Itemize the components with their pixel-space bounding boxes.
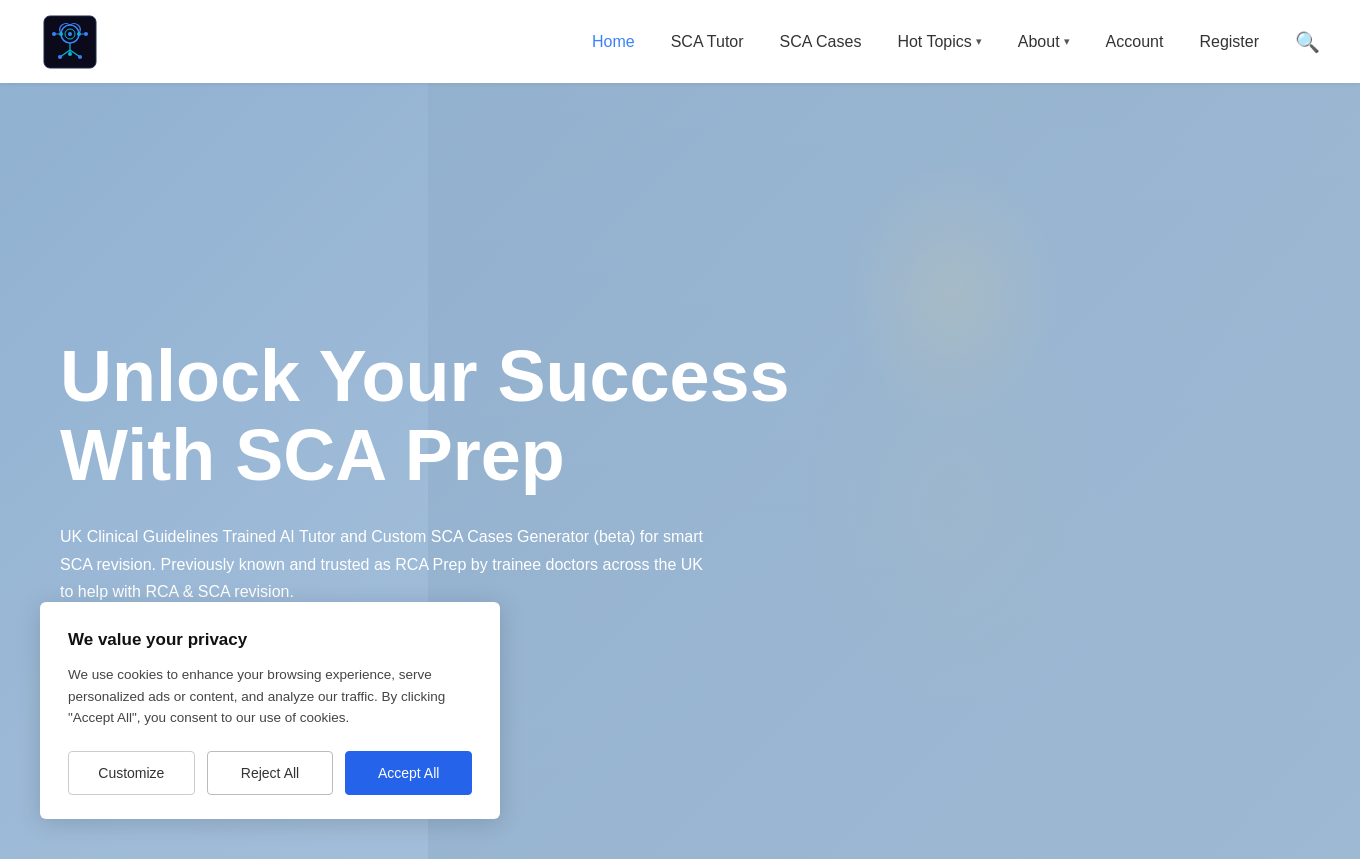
svg-point-15 — [52, 32, 56, 36]
nav-item-account[interactable]: Account — [1106, 33, 1164, 51]
nav-item-register[interactable]: Register — [1199, 33, 1259, 51]
svg-point-10 — [68, 52, 72, 56]
chevron-down-icon: ▾ — [1064, 35, 1070, 48]
nav-item-sca-tutor[interactable]: SCA Tutor — [671, 33, 744, 51]
accept-all-button[interactable]: Accept All — [345, 751, 472, 795]
svg-point-9 — [78, 55, 82, 59]
nav-link-about[interactable]: About — [1018, 33, 1060, 51]
logo[interactable] — [40, 12, 100, 72]
nav-link-sca-cases[interactable]: SCA Cases — [780, 33, 862, 50]
nav-search-button[interactable]: 🔍 — [1295, 30, 1320, 54]
nav-item-about[interactable]: About ▾ — [1018, 33, 1070, 51]
hero-subtitle: UK Clinical Guidelines Trained AI Tutor … — [60, 523, 720, 605]
nav-link-sca-tutor[interactable]: SCA Tutor — [671, 33, 744, 50]
nav-link-home[interactable]: Home — [592, 33, 635, 50]
reject-all-button[interactable]: Reject All — [207, 751, 334, 795]
nav-item-sca-cases[interactable]: SCA Cases — [780, 33, 862, 51]
svg-point-8 — [58, 55, 62, 59]
nav-link-hot-topics[interactable]: Hot Topics — [897, 33, 971, 51]
cookie-title: We value your privacy — [68, 630, 472, 650]
hero-content: Unlock Your Success With SCA Prep UK Cli… — [0, 337, 860, 605]
nav-item-hot-topics[interactable]: Hot Topics ▾ — [897, 33, 981, 51]
cookie-buttons: Customize Reject All Accept All — [68, 751, 472, 795]
svg-point-16 — [84, 32, 88, 36]
hero-title: Unlock Your Success With SCA Prep — [60, 337, 800, 495]
nav-link-account[interactable]: Account — [1106, 33, 1164, 50]
navigation: Home SCA Tutor SCA Cases Hot Topics ▾ Ab… — [0, 0, 1360, 83]
nav-item-home[interactable]: Home — [592, 33, 635, 51]
cookie-text: We use cookies to enhance your browsing … — [68, 664, 472, 729]
cookie-banner: We value your privacy We use cookies to … — [40, 602, 500, 819]
nav-links: Home SCA Tutor SCA Cases Hot Topics ▾ Ab… — [592, 30, 1320, 54]
nav-link-register[interactable]: Register — [1199, 33, 1259, 50]
svg-rect-1 — [44, 16, 96, 68]
logo-icon — [40, 12, 100, 72]
search-icon[interactable]: 🔍 — [1295, 31, 1320, 53]
chevron-down-icon: ▾ — [976, 35, 982, 48]
svg-point-4 — [68, 32, 72, 36]
customize-button[interactable]: Customize — [68, 751, 195, 795]
